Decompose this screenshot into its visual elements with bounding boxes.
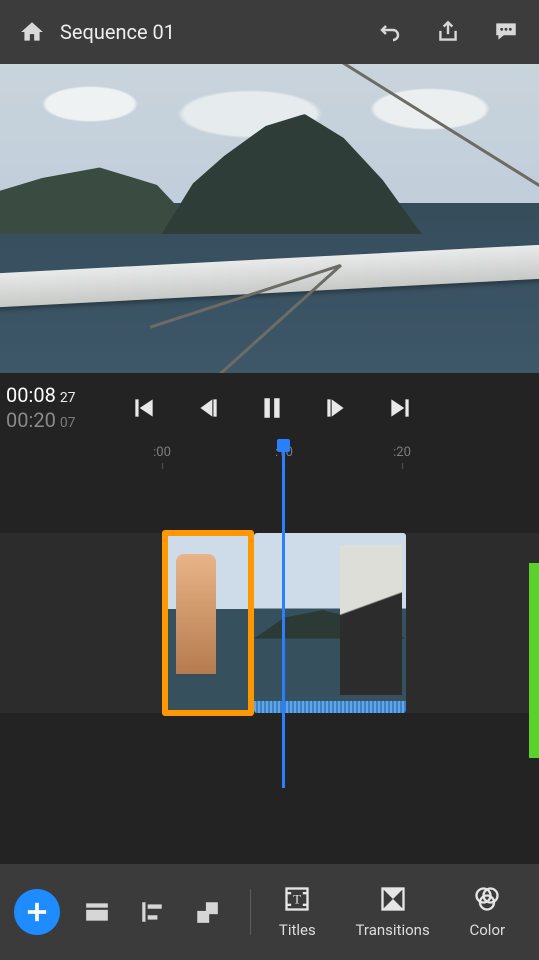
- duration-frames: 07: [60, 415, 76, 433]
- app-header: Sequence 01: [0, 0, 539, 64]
- color-panel-button[interactable]: Color: [469, 885, 505, 939]
- pause-button[interactable]: [259, 394, 285, 422]
- current-time: 00:08: [6, 383, 56, 408]
- transitions-label: Transitions: [356, 921, 430, 939]
- transitions-panel-button[interactable]: Transitions: [356, 885, 430, 939]
- skip-start-button[interactable]: [131, 395, 157, 421]
- layers-tool-icon[interactable]: [192, 899, 222, 925]
- timeline-ruler[interactable]: :00 :10 :20: [0, 443, 539, 469]
- video-track[interactable]: [0, 533, 539, 713]
- home-icon[interactable]: [18, 19, 46, 45]
- ruler-mark: :00: [153, 445, 171, 460]
- color-label: Color: [469, 921, 505, 939]
- undo-icon[interactable]: [375, 20, 405, 44]
- playback-controls: 00:08 27 00:20 07: [0, 373, 539, 443]
- timeline[interactable]: :00 :10 :20: [0, 443, 539, 863]
- current-frames: 27: [60, 390, 76, 408]
- step-back-button[interactable]: [195, 395, 221, 421]
- skip-end-button[interactable]: [387, 395, 413, 421]
- duration-time: 00:20: [6, 408, 56, 433]
- timecode-display: 00:08 27 00:20 07: [6, 383, 76, 433]
- sequence-title[interactable]: Sequence 01: [60, 20, 175, 44]
- comment-icon[interactable]: [491, 19, 521, 45]
- svg-text:T: T: [293, 893, 301, 907]
- timeline-clip[interactable]: [254, 533, 406, 713]
- share-icon[interactable]: [435, 19, 461, 45]
- timeline-clip-edge[interactable]: [529, 563, 539, 758]
- timeline-clip-selected[interactable]: [162, 530, 254, 716]
- playhead[interactable]: [282, 443, 285, 788]
- bottom-toolbar: T Titles Transitions Color: [0, 864, 539, 960]
- add-media-button[interactable]: [14, 889, 60, 935]
- align-tool-icon[interactable]: [138, 899, 166, 925]
- titles-panel-button[interactable]: T Titles: [279, 885, 316, 939]
- titles-label: Titles: [279, 921, 316, 939]
- project-tool-icon[interactable]: [82, 899, 112, 925]
- video-preview[interactable]: [0, 64, 539, 373]
- toolbar-separator: [250, 889, 251, 935]
- ruler-mark: :20: [393, 445, 411, 460]
- step-forward-button[interactable]: [323, 395, 349, 421]
